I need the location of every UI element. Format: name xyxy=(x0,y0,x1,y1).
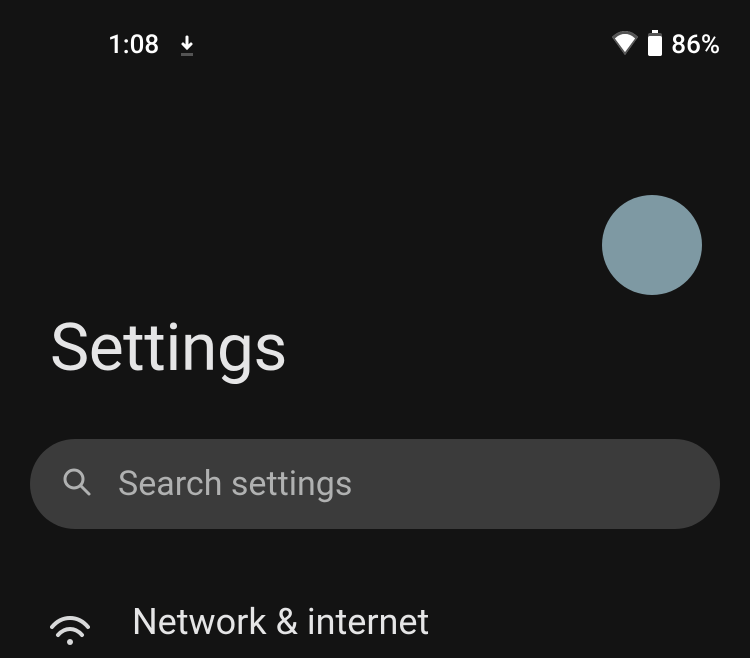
page-title: Settings xyxy=(0,310,750,387)
status-bar: 1:08 86% xyxy=(0,0,750,70)
search-bar[interactable]: Search settings xyxy=(30,439,720,529)
wifi-icon xyxy=(611,31,639,59)
battery-percent: 86% xyxy=(671,30,720,60)
status-right: 86% xyxy=(611,30,720,60)
list-item-label: Network & internet xyxy=(132,601,429,643)
wifi-icon xyxy=(50,591,132,653)
battery-icon xyxy=(647,30,663,60)
avatar[interactable] xyxy=(602,195,702,295)
search-placeholder: Search settings xyxy=(118,464,352,504)
status-time: 1:08 xyxy=(108,30,159,60)
status-left: 1:08 xyxy=(30,30,197,60)
list-item-network[interactable]: Network & internet xyxy=(0,591,750,653)
search-icon xyxy=(62,467,118,501)
download-icon xyxy=(177,35,197,57)
